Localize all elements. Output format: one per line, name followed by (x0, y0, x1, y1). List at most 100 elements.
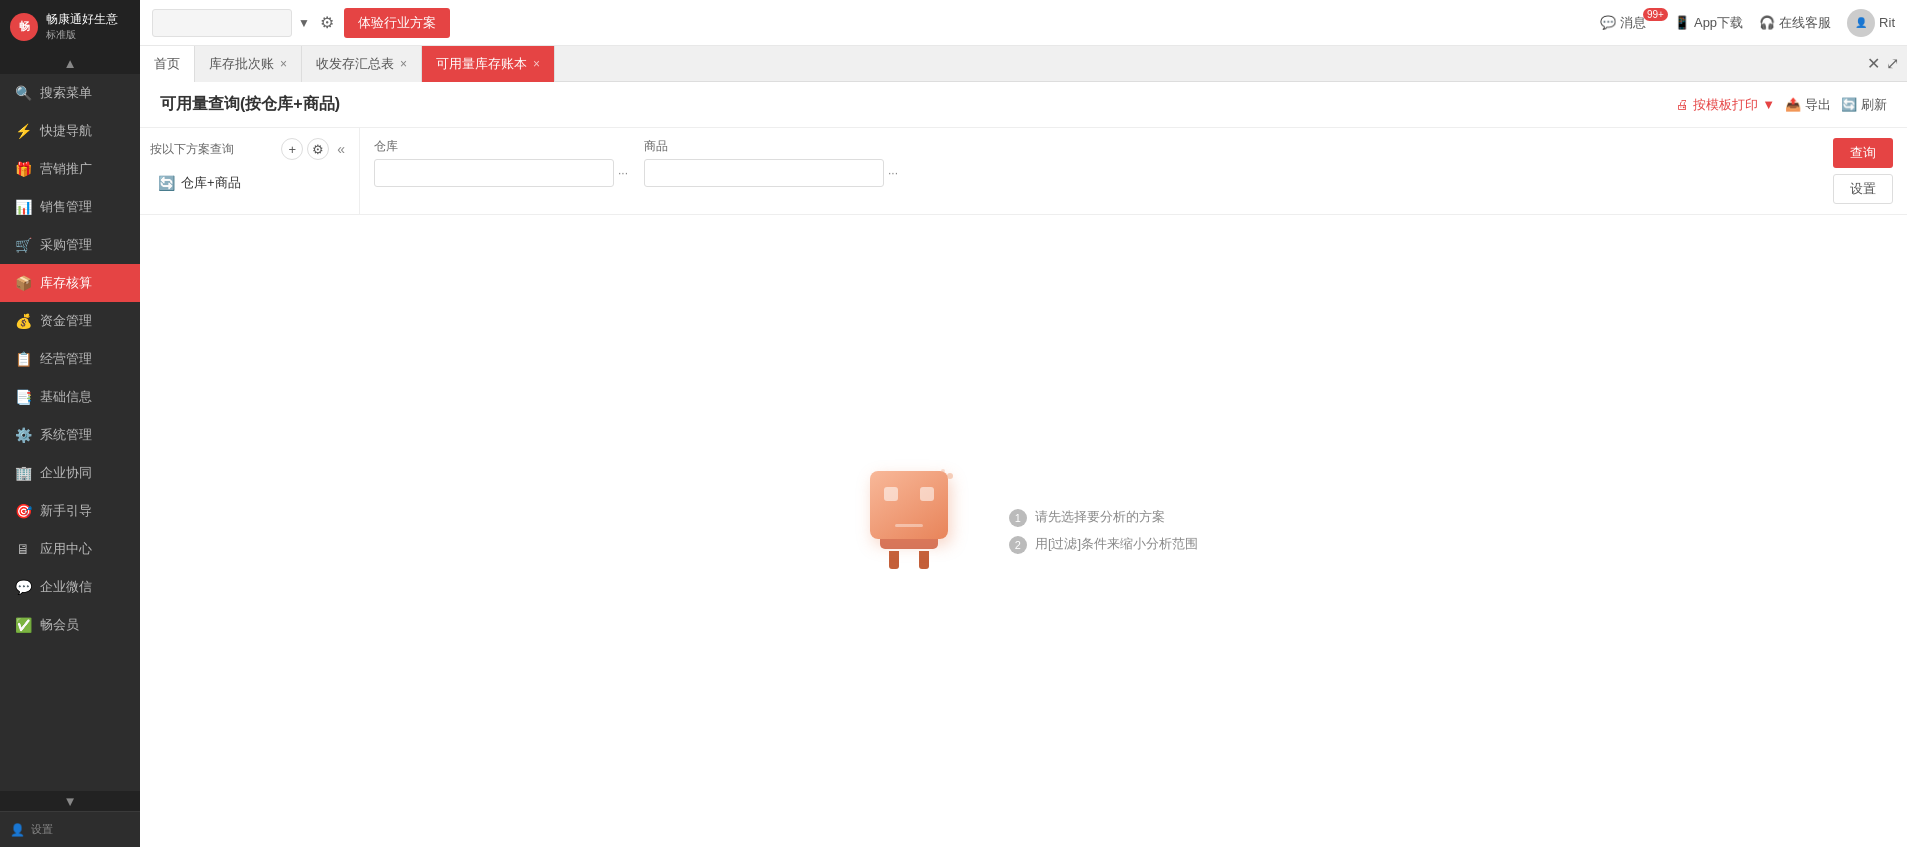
tab-available[interactable]: 可用量库存账本 × (422, 46, 555, 82)
sidebar-user-bottom[interactable]: 👤 设置 (0, 811, 140, 847)
user-initials: 👤 (1855, 17, 1867, 28)
purchase-icon: 🛒 (14, 237, 32, 253)
settings-button[interactable]: 设置 (1833, 174, 1893, 204)
scheme-label: 仓库+商品 (181, 174, 241, 192)
wechat-icon: 💬 (14, 579, 32, 595)
tab-available-close[interactable]: × (533, 57, 540, 71)
service-icon: 🎧 (1759, 15, 1775, 30)
refresh-icon: 🔄 (1841, 97, 1857, 112)
topbar: ▼ ⚙ 体验行业方案 💬 消息 99+ 📱 App下载 🎧 在线客服 👤 (140, 0, 1907, 46)
user-name-bottom: 设置 (31, 822, 53, 837)
sidebar-item-finance[interactable]: 💰 资金管理 (0, 302, 140, 340)
inventory-icon: 📦 (14, 275, 32, 291)
filter-warehouse-input-wrap: ··· (374, 159, 628, 187)
tip-num-2: 2 (1009, 536, 1027, 554)
template-print-button[interactable]: 🖨 按模板打印 ▼ (1676, 96, 1775, 114)
query-area: 按以下方案查询 + ⚙ « 🔄 仓库+商品 仓库 ··· (140, 128, 1907, 215)
app-download-button[interactable]: 📱 App下载 (1674, 14, 1743, 32)
sidebar-item-member[interactable]: ✅ 畅会员 (0, 606, 140, 644)
tab-batch-label: 库存批次账 (209, 55, 274, 73)
empty-tip-1: 1 请先选择要分析的方案 (1009, 508, 1198, 527)
query-filters: 仓库 ··· 商品 ··· 查询 设置 (360, 128, 1907, 214)
empty-illustration (849, 471, 969, 591)
user-avatar-button[interactable]: 👤 Rit (1847, 9, 1895, 37)
sidebar-item-basic[interactable]: 📑 基础信息 (0, 378, 140, 416)
filter-goods: 商品 ··· (644, 138, 898, 187)
tip-text-2: 用[过滤]条件来缩小分析范围 (1035, 535, 1198, 553)
online-service-button[interactable]: 🎧 在线客服 (1759, 14, 1831, 32)
sidebar-item-corp[interactable]: 🏢 企业协同 (0, 454, 140, 492)
sidebar-item-inventory[interactable]: 📦 库存核算 (0, 264, 140, 302)
filter-goods-input[interactable] (644, 159, 884, 187)
filter-warehouse-more[interactable]: ··· (618, 166, 628, 180)
tab-batch[interactable]: 库存批次账 × (195, 46, 302, 82)
export-icon: 📤 (1785, 97, 1801, 112)
query-scheme-header: 按以下方案查询 + ⚙ « (150, 138, 349, 160)
sidebar-item-purchase[interactable]: 🛒 采购管理 (0, 226, 140, 264)
sales-icon: 📊 (14, 199, 32, 215)
sidebar-logo: 畅 (10, 13, 38, 41)
filter-warehouse: 仓库 ··· (374, 138, 628, 187)
printer-icon: 🖨 (1676, 97, 1689, 112)
sidebar-scroll-down[interactable]: ▼ (0, 791, 140, 811)
sidebar-item-search[interactable]: 🔍 搜索菜单 (0, 74, 140, 112)
trial-button[interactable]: 体验行业方案 (344, 8, 450, 38)
filter-warehouse-input[interactable] (374, 159, 614, 187)
tab-home[interactable]: 首页 (140, 46, 195, 82)
query-scheme-title: 按以下方案查询 (150, 141, 234, 158)
dropdown-arrow-icon: ▼ (1762, 97, 1775, 112)
sidebar-nav: 🔍 搜索菜单 ⚡ 快捷导航 🎁 营销推广 📊 销售管理 🛒 采购管理 📦 库存核… (0, 74, 140, 791)
service-label: 在线客服 (1779, 14, 1831, 32)
sidebar-item-wechat[interactable]: 💬 企业微信 (0, 568, 140, 606)
settings-scheme-button[interactable]: ⚙ (307, 138, 329, 160)
sidebar-item-sales[interactable]: 📊 销售管理 (0, 188, 140, 226)
basic-icon: 📑 (14, 389, 32, 405)
tab-close-all-button[interactable]: ✕ (1867, 54, 1880, 73)
page-title: 可用量查询(按仓库+商品) (160, 94, 340, 115)
content-area: 1 请先选择要分析的方案 2 用[过滤]条件来缩小分析范围 (140, 215, 1907, 847)
query-button[interactable]: 查询 (1833, 138, 1893, 168)
corp-icon: 🏢 (14, 465, 32, 481)
sidebar-item-business[interactable]: 📋 经营管理 (0, 340, 140, 378)
sidebar-header: 畅 畅康通好生意 标准版 (0, 0, 140, 54)
app-label: App下载 (1694, 14, 1743, 32)
shortcut-icon: ⚡ (14, 123, 32, 139)
topbar-search-input[interactable] (152, 9, 292, 37)
main-area: ▼ ⚙ 体验行业方案 💬 消息 99+ 📱 App下载 🎧 在线客服 👤 (140, 0, 1907, 847)
tip-text-1: 请先选择要分析的方案 (1035, 508, 1165, 526)
sidebar-item-shortcut[interactable]: ⚡ 快捷导航 (0, 112, 140, 150)
empty-tip-2: 2 用[过滤]条件来缩小分析范围 (1009, 535, 1198, 554)
filter-warehouse-label: 仓库 (374, 138, 628, 155)
sidebar-item-marketing[interactable]: 🎁 营销推广 (0, 150, 140, 188)
add-scheme-button[interactable]: + (281, 138, 303, 160)
scheme-warehouse-goods[interactable]: 🔄 仓库+商品 (150, 168, 349, 198)
sidebar-item-apps[interactable]: 🖥 应用中心 (0, 530, 140, 568)
app-icon: 📱 (1674, 15, 1690, 30)
topbar-dropdown-button[interactable]: ▼ (298, 16, 310, 30)
member-icon: ✅ (14, 617, 32, 633)
sidebar-item-guide[interactable]: 🎯 新手引导 (0, 492, 140, 530)
tab-summary[interactable]: 收发存汇总表 × (302, 46, 422, 82)
topbar-gear-button[interactable]: ⚙ (316, 9, 338, 36)
business-icon: 📋 (14, 351, 32, 367)
tab-batch-close[interactable]: × (280, 57, 287, 71)
refresh-button[interactable]: 🔄 刷新 (1841, 96, 1887, 114)
tabs-bar: 首页 库存批次账 × 收发存汇总表 × 可用量库存账本 × ✕ ⤢ (140, 46, 1907, 82)
sidebar-subtitle: 标准版 (46, 28, 118, 42)
tab-expand-button[interactable]: ⤢ (1886, 54, 1899, 73)
message-label: 消息 (1620, 14, 1646, 32)
sidebar-item-system[interactable]: ⚙️ 系统管理 (0, 416, 140, 454)
tab-summary-close[interactable]: × (400, 57, 407, 71)
message-icon: 💬 (1600, 15, 1616, 30)
sidebar-scroll-up[interactable]: ▲ (0, 54, 140, 74)
sidebar-title: 畅康通好生意 (46, 12, 118, 28)
message-button[interactable]: 💬 消息 99+ (1600, 14, 1658, 32)
export-button[interactable]: 📤 导出 (1785, 96, 1831, 114)
query-scheme-actions: + ⚙ « (281, 138, 349, 160)
user-avatar: 👤 (1847, 9, 1875, 37)
collapse-button[interactable]: « (333, 138, 349, 160)
filter-goods-more[interactable]: ··· (888, 166, 898, 180)
filter-goods-input-wrap: ··· (644, 159, 898, 187)
query-scheme-panel: 按以下方案查询 + ⚙ « 🔄 仓库+商品 (140, 128, 360, 214)
sidebar: 畅 畅康通好生意 标准版 ▲ 🔍 搜索菜单 ⚡ 快捷导航 🎁 营销推广 📊 销售… (0, 0, 140, 847)
